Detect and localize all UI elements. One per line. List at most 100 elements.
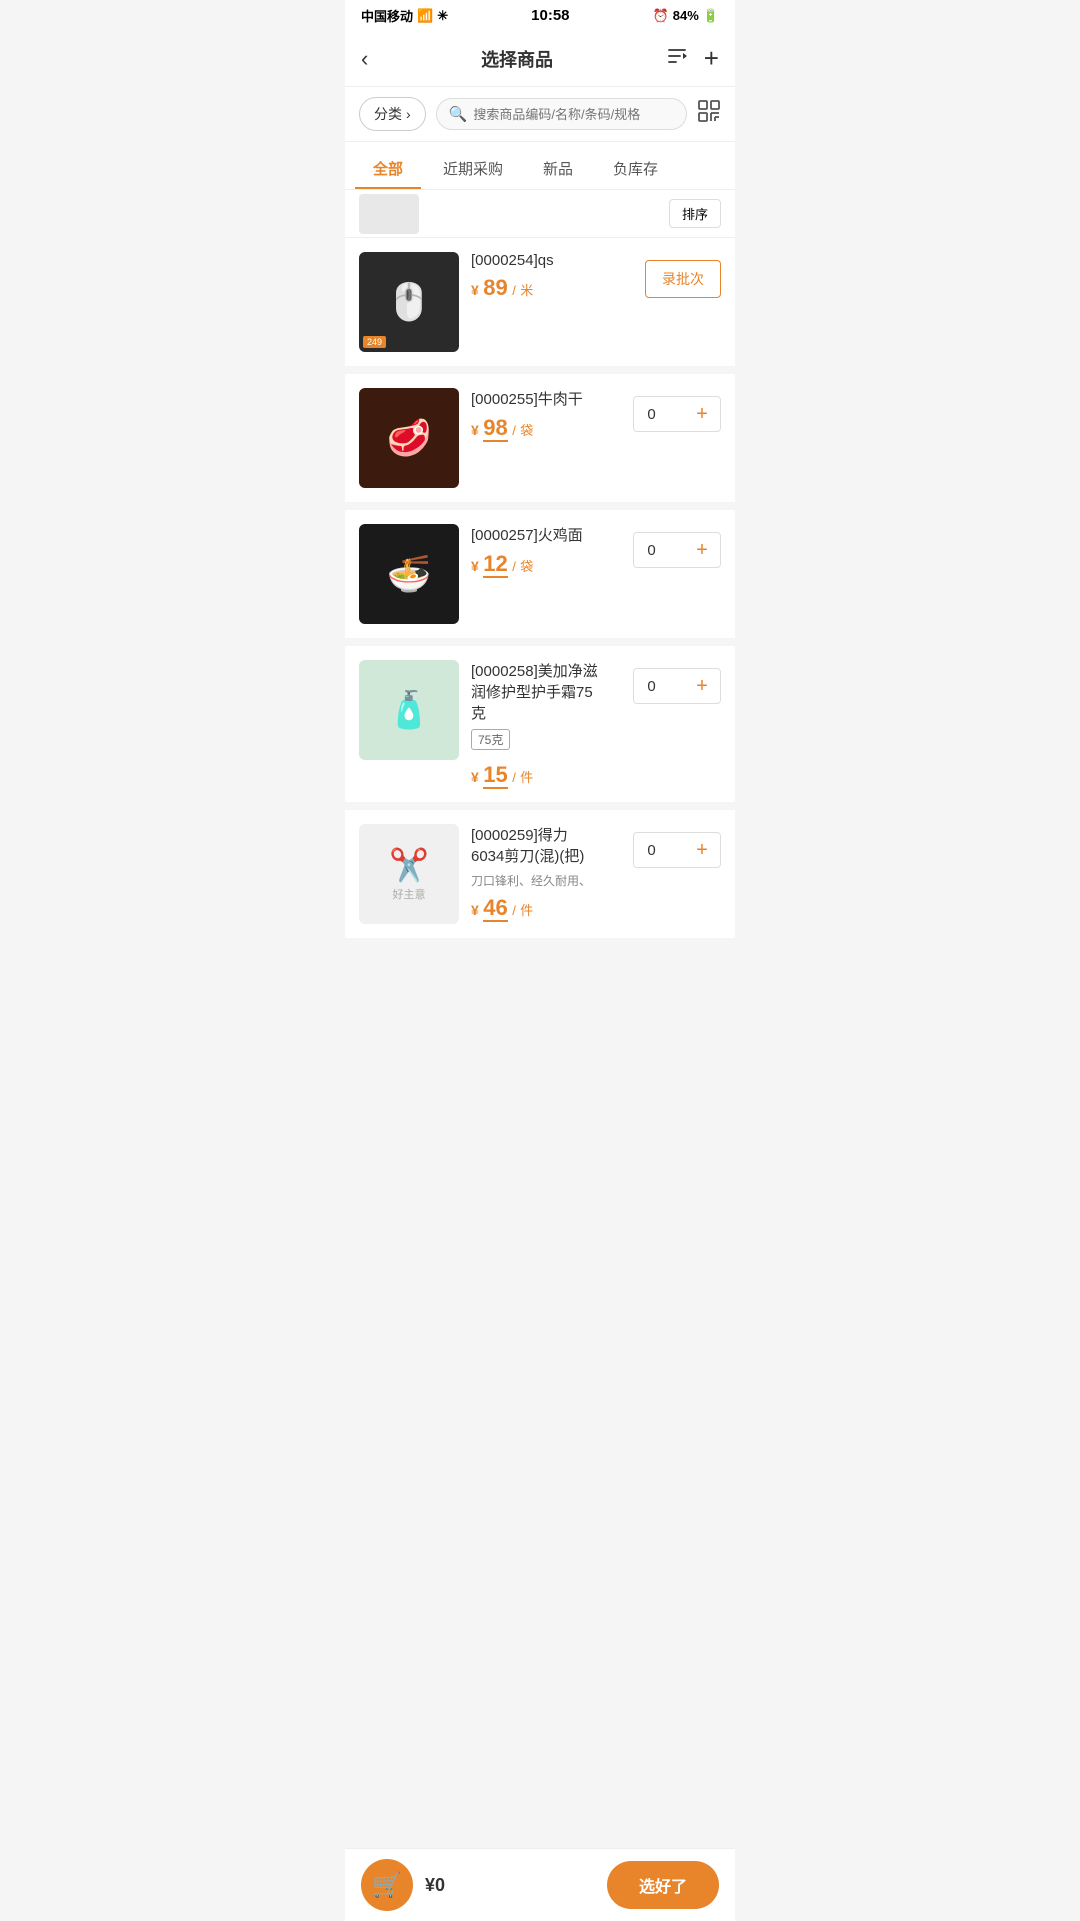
category-arrow-icon: › <box>406 106 411 122</box>
quantity-add-button[interactable]: + <box>684 833 720 867</box>
product-price-display: ¥ 89 / 米 <box>471 275 599 301</box>
price-unit: / <box>512 770 516 785</box>
partial-product-item: 排序 <box>345 190 735 238</box>
status-left: 中国移动 📶 ✳ <box>361 6 448 25</box>
carrier-text: 中国移动 <box>361 6 413 25</box>
product-details: [0000259]得力6034剪刀(混)(把) 刀口锋利、经久耐用、 ¥ 46 … <box>471 824 599 921</box>
product-thumbnail: 🍜 <box>359 524 459 624</box>
currency-symbol: ¥ <box>471 902 479 918</box>
product-name: [0000257]火鸡面 <box>471 524 599 545</box>
product-badge: 249 <box>363 336 386 348</box>
partial-sort-button[interactable]: 排序 <box>669 199 721 228</box>
search-input[interactable] <box>473 107 674 122</box>
search-area: 分类 › 🔍 <box>345 87 735 142</box>
product-image: 🥩 <box>359 388 459 488</box>
product-image: ✂️ 好主意 <box>359 824 459 924</box>
product-price-display: ¥ 98 / 袋 <box>471 415 599 441</box>
quantity-stepper: 0 + <box>633 668 721 704</box>
price-unit-text: 袋 <box>520 423 533 438</box>
status-bar: 中国移动 📶 ✳ 10:58 ⏰ 84% 🔋 <box>345 0 735 31</box>
tab-new[interactable]: 新品 <box>525 150 591 189</box>
tab-recent[interactable]: 近期采购 <box>425 150 521 189</box>
product-tag: 75克 <box>471 729 510 750</box>
currency-symbol: ¥ <box>471 769 479 785</box>
product-details: [0000254]qs ¥ 89 / 米 <box>471 252 599 301</box>
signal-icon: ✳ <box>437 8 448 24</box>
product-item: 🍜 [0000257]火鸡面 ¥ 12 / 袋 0 + <box>345 510 735 638</box>
quantity-add-button[interactable]: + <box>684 669 720 703</box>
partial-thumb <box>359 194 419 234</box>
product-image: 🖱️ 249 <box>359 252 459 352</box>
alarm-icon: ⏰ <box>653 8 669 24</box>
quantity-input[interactable]: 0 <box>634 536 684 565</box>
quantity-add-button[interactable]: + <box>684 533 720 567</box>
scan-icon[interactable] <box>697 99 721 129</box>
status-time: 10:58 <box>531 7 569 24</box>
currency-symbol: ¥ <box>471 422 479 438</box>
product-item: 🥩 [0000255]牛肉干 ¥ 98 / 袋 0 + <box>345 374 735 502</box>
bottom-bar: 🛒 ¥0 选好了 <box>345 1848 735 1921</box>
header-actions: + <box>666 43 719 74</box>
product-item: 🧴 [0000258]美加净滋润修护型护手霜75克 75克 ¥ 15 / 件 0… <box>345 646 735 802</box>
currency-symbol: ¥ <box>471 558 479 574</box>
quantity-stepper: 0 + <box>633 532 721 568</box>
product-details: [0000258]美加净滋润修护型护手霜75克 75克 ¥ 15 / 件 <box>471 660 599 788</box>
product-quantity-control: 0 + <box>611 660 721 704</box>
product-details: [0000255]牛肉干 ¥ 98 / 袋 <box>471 388 599 441</box>
price-unit-text: 件 <box>520 903 533 918</box>
quantity-input[interactable]: 0 <box>634 400 684 429</box>
product-price-display: ¥ 12 / 袋 <box>471 551 599 577</box>
price-unit: / <box>512 283 516 298</box>
add-icon[interactable]: + <box>704 43 719 74</box>
quantity-stepper: 0 + <box>633 396 721 432</box>
battery-text: 84% <box>673 8 699 23</box>
category-label: 分类 <box>374 104 402 124</box>
product-details: [0000257]火鸡面 ¥ 12 / 袋 <box>471 524 599 577</box>
back-button[interactable]: ‹ <box>361 46 368 72</box>
tab-all[interactable]: 全部 <box>355 150 421 189</box>
cart-button[interactable]: 🛒 <box>361 1859 413 1911</box>
product-price-display: ¥ 46 / 件 <box>471 895 599 921</box>
price-unit: / <box>512 423 516 438</box>
product-item: ✂️ 好主意 [0000259]得力6034剪刀(混)(把) 刀口锋利、经久耐用… <box>345 810 735 938</box>
product-name: [0000254]qs <box>471 252 599 269</box>
price-unit: / <box>512 903 516 918</box>
product-thumbnail: 🧴 <box>359 660 459 760</box>
search-wrapper: 🔍 <box>436 98 687 130</box>
product-name: [0000259]得力6034剪刀(混)(把) <box>471 824 599 866</box>
quantity-input[interactable]: 0 <box>634 836 684 865</box>
product-image: 🍜 <box>359 524 459 624</box>
product-quantity-control: 0 + <box>611 388 721 432</box>
price-value: 12 <box>483 551 507 578</box>
product-name: [0000255]牛肉干 <box>471 388 599 409</box>
quantity-stepper: 0 + <box>633 832 721 868</box>
quantity-add-button[interactable]: + <box>684 397 720 431</box>
product-quantity-control: 0 + <box>611 824 721 868</box>
price-unit-text: 件 <box>520 770 533 785</box>
price-unit-text: 袋 <box>520 559 533 574</box>
price-value: 98 <box>483 415 507 442</box>
filter-icon[interactable] <box>666 45 688 72</box>
product-list: 🖱️ 249 [0000254]qs ¥ 89 / 米 录批次 🥩 [00002… <box>345 238 735 938</box>
product-quantity-control: 0 + <box>611 524 721 568</box>
status-right: ⏰ 84% 🔋 <box>653 8 719 24</box>
batch-button[interactable]: 录批次 <box>645 260 721 298</box>
price-unit: / <box>512 559 516 574</box>
wifi-icon: 📶 <box>417 8 433 24</box>
price-value: 15 <box>483 762 507 789</box>
product-thumbnail: ✂️ 好主意 <box>359 824 459 924</box>
price-unit-text: 米 <box>520 283 533 298</box>
product-image: 🧴 <box>359 660 459 760</box>
product-item: 🖱️ 249 [0000254]qs ¥ 89 / 米 录批次 <box>345 238 735 366</box>
product-thumbnail: 🖱️ 249 <box>359 252 459 352</box>
currency-symbol: ¥ <box>471 282 479 298</box>
category-button[interactable]: 分类 › <box>359 97 426 131</box>
quantity-input[interactable]: 0 <box>634 672 684 701</box>
product-thumbnail: 🥩 <box>359 388 459 488</box>
filter-tabs: 全部 近期采购 新品 负库存 <box>345 142 735 190</box>
header: ‹ 选择商品 + <box>345 31 735 87</box>
confirm-button[interactable]: 选好了 <box>607 1861 719 1909</box>
cart-total: ¥0 <box>425 1875 445 1896</box>
battery-icon: 🔋 <box>703 8 719 24</box>
tab-negative[interactable]: 负库存 <box>595 150 676 189</box>
